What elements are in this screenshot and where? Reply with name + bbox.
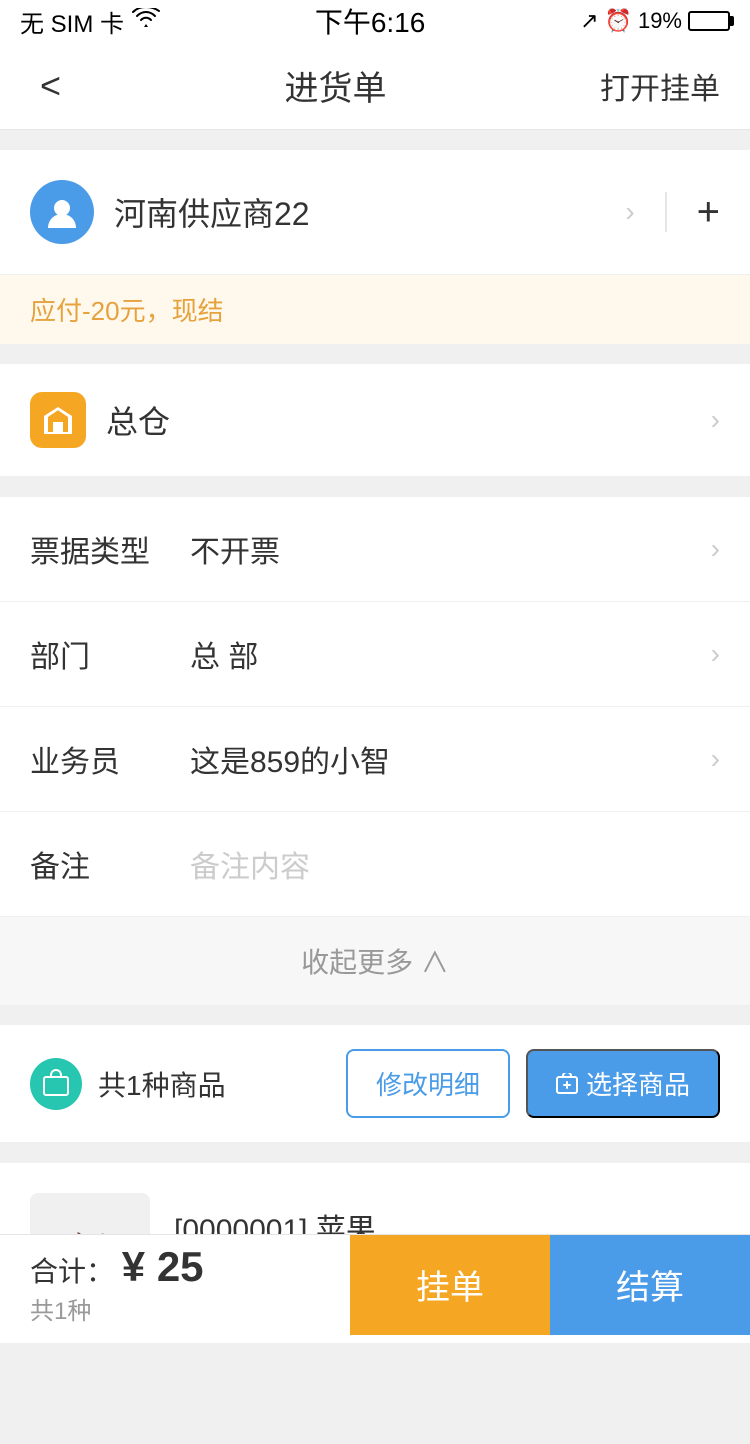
invoice-row[interactable]: 票据类型 不开票 › bbox=[0, 497, 750, 602]
warehouse-section: 总仓 › bbox=[0, 364, 750, 477]
checkout-button[interactable]: 结算 bbox=[550, 1235, 750, 1335]
total-row: 合计： ¥ 25 bbox=[30, 1243, 320, 1291]
remark-input[interactable]: 备注内容 bbox=[190, 842, 720, 886]
collapse-toggle[interactable]: 收起更多 ∧ bbox=[0, 917, 750, 1005]
supplier-name: 河南供应商22 bbox=[114, 189, 625, 235]
supplier-card: 河南供应商22 › + 应付-20元，现结 bbox=[0, 150, 750, 344]
back-button[interactable]: < bbox=[30, 55, 71, 117]
form-section: 票据类型 不开票 › 部门 总 部 › 业务员 这是859的小智 › 备注 备注… bbox=[0, 497, 750, 917]
select-product-label: 选择商品 bbox=[586, 1065, 690, 1102]
hang-button[interactable]: 挂单 bbox=[350, 1235, 550, 1335]
warehouse-chevron-icon: › bbox=[711, 404, 720, 436]
dept-chevron-icon: › bbox=[711, 638, 720, 670]
status-time: 下午6:16 bbox=[315, 1, 426, 41]
edit-detail-button[interactable]: 修改明细 bbox=[346, 1049, 510, 1118]
select-product-button[interactable]: 选择商品 bbox=[526, 1049, 720, 1118]
warehouse-name: 总仓 bbox=[106, 397, 711, 443]
status-bar: 无 SIM 卡 下午6:16 ↗ ⏰ 19% bbox=[0, 0, 750, 42]
notice-text: 应付-20元，现结 bbox=[30, 296, 224, 326]
total-label: 合计： bbox=[30, 1256, 114, 1287]
total-section: 合计： ¥ 25 共1种 bbox=[0, 1243, 350, 1326]
status-left: 无 SIM 卡 bbox=[20, 4, 160, 39]
bottom-spacer bbox=[0, 1344, 750, 1444]
total-amount: ¥ 25 bbox=[122, 1243, 204, 1290]
warehouse-row[interactable]: 总仓 › bbox=[0, 364, 750, 477]
supplier-divider bbox=[665, 192, 667, 232]
divider-2 bbox=[0, 344, 750, 364]
battery-icon bbox=[688, 11, 730, 31]
location-icon: ↗ bbox=[580, 8, 598, 34]
remark-label: 备注 bbox=[30, 842, 190, 886]
divider-3 bbox=[0, 477, 750, 497]
sales-value: 这是859的小智 bbox=[190, 737, 711, 781]
add-supplier-button[interactable]: + bbox=[697, 190, 720, 235]
invoice-label: 票据类型 bbox=[30, 527, 190, 571]
notice-bar: 应付-20元，现结 bbox=[0, 275, 750, 344]
divider-4 bbox=[0, 1005, 750, 1025]
supplier-chevron-icon: › bbox=[625, 196, 634, 228]
dept-label: 部门 bbox=[30, 632, 190, 676]
sales-row[interactable]: 业务员 这是859的小智 › bbox=[0, 707, 750, 812]
alarm-icon: ⏰ bbox=[605, 8, 632, 34]
sales-label: 业务员 bbox=[30, 737, 190, 781]
remark-row[interactable]: 备注 备注内容 bbox=[0, 812, 750, 917]
nav-bar: < 进货单 打开挂单 bbox=[0, 42, 750, 130]
wifi-icon bbox=[132, 7, 160, 35]
products-count: 共1种商品 bbox=[98, 1064, 346, 1104]
total-sub: 共1种 bbox=[30, 1291, 320, 1326]
dept-row[interactable]: 部门 总 部 › bbox=[0, 602, 750, 707]
dept-value: 总 部 bbox=[190, 632, 711, 676]
page-title: 进货单 bbox=[285, 61, 387, 110]
invoice-value: 不开票 bbox=[190, 527, 711, 571]
carrier-text: 无 SIM 卡 bbox=[20, 4, 124, 39]
products-icon bbox=[30, 1058, 82, 1110]
supplier-row[interactable]: 河南供应商22 › + bbox=[0, 150, 750, 275]
collapse-label: 收起更多 ∧ bbox=[301, 941, 449, 981]
status-right: ↗ ⏰ 19% bbox=[580, 8, 730, 34]
warehouse-icon bbox=[30, 392, 86, 448]
battery-percent: 19% bbox=[638, 8, 682, 34]
supplier-avatar bbox=[30, 180, 94, 244]
open-hang-button[interactable]: 打开挂单 bbox=[600, 64, 720, 108]
divider-1 bbox=[0, 130, 750, 150]
bottom-bar: 合计： ¥ 25 共1种 挂单 结算 bbox=[0, 1234, 750, 1334]
products-header: 共1种商品 修改明细 选择商品 bbox=[0, 1025, 750, 1143]
invoice-chevron-icon: › bbox=[711, 533, 720, 565]
sales-chevron-icon: › bbox=[711, 743, 720, 775]
